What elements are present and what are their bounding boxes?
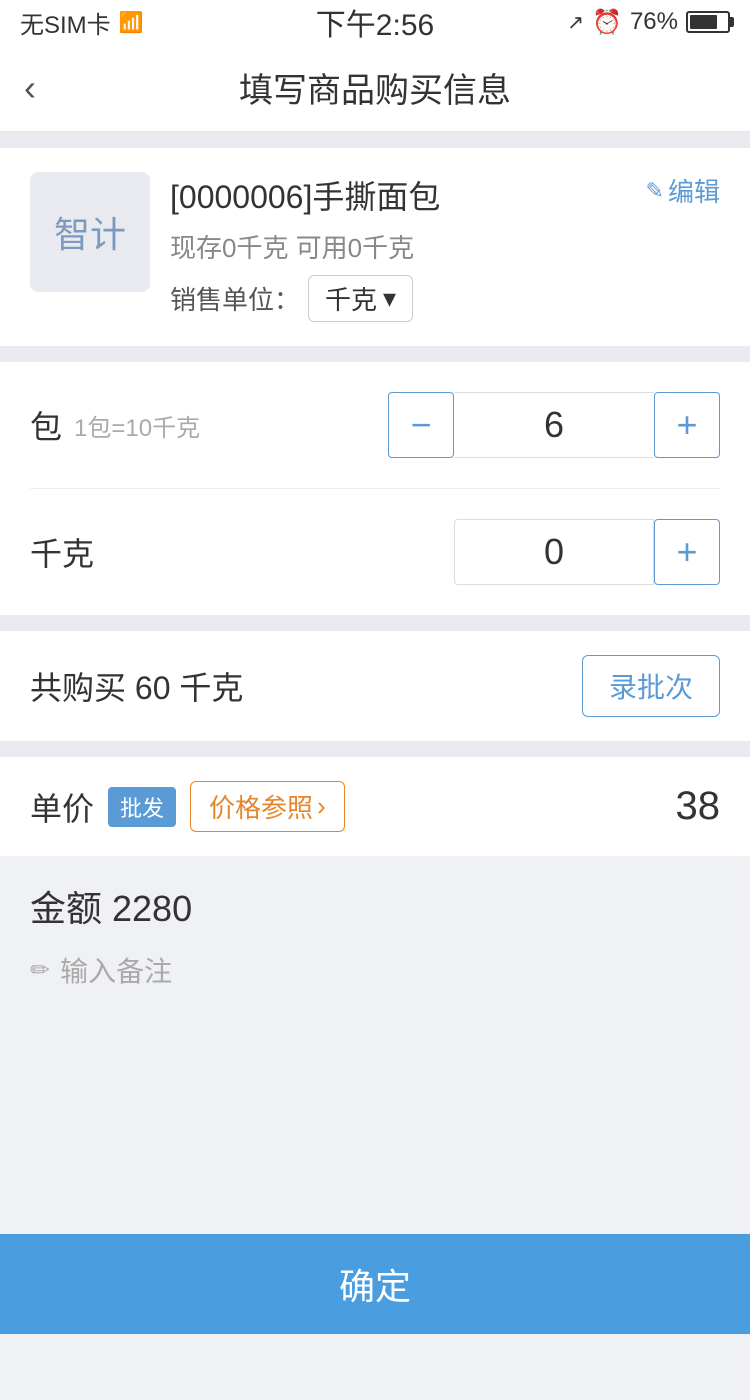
qty-label-bao: 包 1包=10千克 xyxy=(30,402,200,448)
note-placeholder: 输入备注 xyxy=(60,950,172,990)
status-left: 无SIM卡 📶 xyxy=(20,5,144,40)
section-divider-3 xyxy=(0,615,750,631)
qty-label-kg: 千克 xyxy=(30,529,94,575)
status-time: 下午2:56 xyxy=(316,0,434,44)
price-left: 单价 批发 价格参照 › xyxy=(30,781,345,832)
quantity-row-kg: 千克 + xyxy=(30,489,720,615)
section-divider-2 xyxy=(0,346,750,362)
qty-plus-bao[interactable]: + xyxy=(654,392,720,458)
amount-label: 金额 xyxy=(30,888,112,929)
price-value: 38 xyxy=(676,784,721,829)
product-image: 智计 xyxy=(30,172,150,292)
battery-label: 76% xyxy=(630,8,678,36)
product-logo: 智计 xyxy=(54,206,126,258)
amount-value: 2280 xyxy=(112,888,192,929)
section-divider-1 xyxy=(0,132,750,148)
price-tag: 批发 xyxy=(108,787,176,827)
unit-selector[interactable]: 千克 ▾ xyxy=(308,275,413,322)
price-label: 单价 xyxy=(30,784,94,830)
amount-row: 金额 2280 xyxy=(30,880,720,932)
pencil-icon: ✏ xyxy=(30,956,50,985)
price-ref-button[interactable]: 价格参照 › xyxy=(190,781,345,832)
qty-plus-kg[interactable]: + xyxy=(654,519,720,585)
product-stock: 现存0千克 可用0千克 xyxy=(170,228,720,265)
section-divider-4 xyxy=(0,741,750,757)
note-row[interactable]: ✏ 输入备注 xyxy=(30,950,720,990)
qty-input-bao[interactable] xyxy=(454,392,654,458)
unit-dropdown-icon: ▾ xyxy=(383,283,396,314)
carrier-label: 无SIM卡 xyxy=(20,5,111,40)
alarm-icon: ⏰ xyxy=(592,8,622,37)
confirm-button[interactable]: 确定 xyxy=(339,1258,411,1310)
batch-button[interactable]: 录批次 xyxy=(582,655,720,717)
status-right: ↗ ⏰ 76% xyxy=(567,8,730,37)
confirm-bar[interactable]: 确定 xyxy=(0,1234,750,1334)
unit-label: 销售单位： xyxy=(170,280,300,317)
nav-bar: ‹ 填写商品购买信息 xyxy=(0,44,750,132)
price-section: 单价 批发 价格参照 › 38 xyxy=(0,757,750,856)
edit-button[interactable]: ✎ 编辑 xyxy=(646,172,720,209)
qty-minus-bao[interactable]: − xyxy=(388,392,454,458)
qty-controls-bao: − + xyxy=(388,392,720,458)
edit-icon: ✎ xyxy=(646,178,664,204)
summary-section: 共购买 60 千克 录批次 xyxy=(0,631,750,741)
qty-controls-kg: + xyxy=(454,519,720,585)
wifi-icon: 📶 xyxy=(119,10,144,35)
summary-text: 共购买 60 千克 xyxy=(30,663,243,709)
quantity-row-bao: 包 1包=10千克 − + xyxy=(30,362,720,489)
status-bar: 无SIM卡 📶 下午2:56 ↗ ⏰ 76% xyxy=(0,0,750,44)
product-name: [0000006]手撕面包 xyxy=(170,172,720,218)
battery-icon xyxy=(686,11,730,33)
product-info: [0000006]手撕面包 现存0千克 可用0千克 销售单位： 千克 ▾ xyxy=(170,172,720,322)
product-unit-row: 销售单位： 千克 ▾ xyxy=(170,275,720,322)
amount-section: 金额 2280 ✏ 输入备注 xyxy=(0,856,750,1000)
location-icon: ↗ xyxy=(567,10,584,35)
back-button[interactable]: ‹ xyxy=(24,67,36,109)
qty-input-kg[interactable] xyxy=(454,519,654,585)
product-card: 智计 [0000006]手撕面包 现存0千克 可用0千克 销售单位： 千克 ▾ … xyxy=(0,148,750,346)
quantity-section: 包 1包=10千克 − + 千克 + xyxy=(0,362,750,615)
price-ref-arrow: › xyxy=(317,791,326,822)
page-title: 填写商品购买信息 xyxy=(239,63,511,112)
